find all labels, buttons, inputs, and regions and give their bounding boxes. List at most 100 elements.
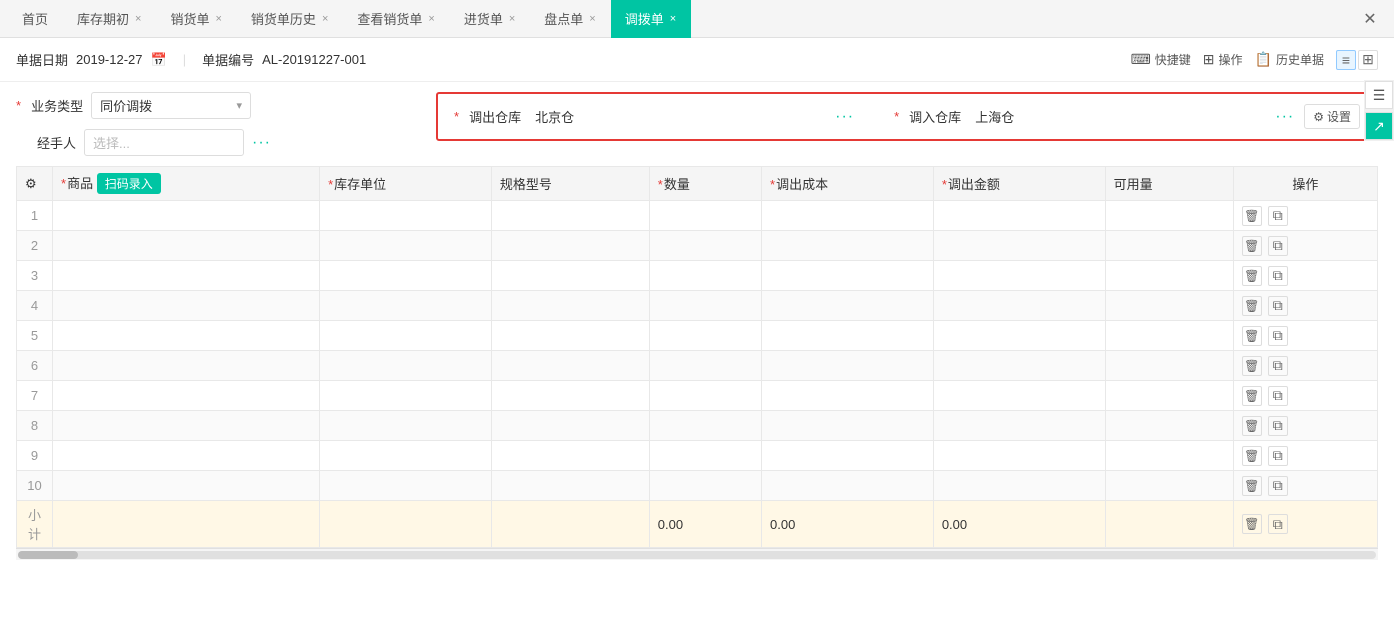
cell-product[interactable] [53,501,320,548]
export-icon: ↗ [1373,118,1385,135]
delete-row-button[interactable]: 🗑 [1242,476,1262,496]
view-grid-icon[interactable]: ⊞ [1358,50,1378,70]
cell-product[interactable] [53,411,320,441]
cell-action: 🗑⧉ [1233,291,1377,321]
scroll-thumb[interactable] [18,551,78,559]
operation-button[interactable]: ⊞ 操作 [1203,51,1243,68]
cell-product[interactable] [53,231,320,261]
tab-close-stock-take[interactable]: × [589,13,595,25]
cell-qty[interactable] [649,321,761,351]
form-left: * 业务类型 同价调拨 ▾ 经手人 选择... ··· [16,92,416,156]
handler-more-btn[interactable]: ··· [252,134,271,152]
col-spec: 规格型号 [491,167,649,201]
delete-row-button[interactable]: 🗑 [1242,416,1262,436]
tab-close-sales-order[interactable]: × [215,13,221,25]
delete-row-button[interactable]: 🗑 [1242,296,1262,316]
cell-unit [320,351,492,381]
row-number: 4 [17,291,53,321]
tab-inventory-init[interactable]: 库存期初 × [63,0,156,38]
cell-product[interactable] [53,321,320,351]
transfer-in-more-btn[interactable]: ··· [1275,108,1294,126]
cell-transfer-cost [762,231,934,261]
tab-home[interactable]: 首页 [8,0,63,38]
copy-row-button[interactable]: ⧉ [1268,296,1288,316]
cell-transfer-amount [933,321,1105,351]
tab-sales-history[interactable]: 销货单历史 × [237,0,343,38]
cell-spec [491,231,649,261]
cell-qty[interactable] [649,471,761,501]
sidebar-list-button[interactable]: ☰ [1365,81,1393,109]
cell-action: 🗑⧉ [1233,471,1377,501]
tab-close-view-sales[interactable]: × [428,13,434,25]
transfer-out-more-btn[interactable]: ··· [835,108,854,126]
delete-row-button[interactable]: 🗑 [1242,236,1262,256]
delete-row-button[interactable]: 🗑 [1242,266,1262,286]
delete-row-button[interactable]: 🗑 [1242,514,1262,534]
tab-stock-take[interactable]: 盘点单 × [530,0,610,38]
copy-row-button[interactable]: ⧉ [1268,326,1288,346]
history-button[interactable]: 📋 历史单据 [1255,51,1324,68]
delete-row-button[interactable]: 🗑 [1242,326,1262,346]
cell-product[interactable] [53,261,320,291]
cell-unit [320,201,492,231]
cell-qty[interactable] [649,231,761,261]
settings-button[interactable]: ⚙ 设置 [1304,104,1360,129]
cell-product[interactable] [53,291,320,321]
delete-row-button[interactable]: 🗑 [1242,386,1262,406]
cell-action: 🗑⧉ [1233,441,1377,471]
tab-close-purchase-order[interactable]: × [509,13,515,25]
calendar-icon[interactable]: 📅 [151,52,167,68]
tab-purchase-order[interactable]: 进货单 × [450,0,530,38]
shortcut-button[interactable]: ⌨ 快捷键 [1131,51,1191,68]
copy-row-button[interactable]: ⧉ [1268,476,1288,496]
cell-qty[interactable] [649,261,761,291]
cell-product[interactable] [53,201,320,231]
copy-row-button[interactable]: ⧉ [1268,266,1288,286]
copy-row-button[interactable]: ⧉ [1268,356,1288,376]
tab-view-sales[interactable]: 查看销货单 × [343,0,449,38]
cell-product[interactable] [53,441,320,471]
tab-close-transfer[interactable]: × [670,13,676,25]
action-icons: 🗑⧉ [1242,206,1369,226]
cell-qty[interactable]: 0.00 [649,501,761,548]
handler-select[interactable]: 选择... [84,129,244,156]
col-gear[interactable]: ⚙ [17,167,53,201]
window-close-button[interactable]: ✕ [1354,3,1386,35]
cell-product[interactable] [53,381,320,411]
cell-qty[interactable] [649,441,761,471]
table-header-row: ⚙ *商品 扫码录入 *库存单位 规格型号 *数量 *调出成本 *调出金额 [17,167,1378,201]
sidebar-export-button[interactable]: ↗ [1365,112,1393,140]
cell-available [1105,321,1233,351]
transfer-out-value: 北京仓 [535,107,574,126]
copy-row-button[interactable]: ⧉ [1268,446,1288,466]
cell-transfer-amount [933,261,1105,291]
delete-row-button[interactable]: 🗑 [1242,206,1262,226]
copy-row-button[interactable]: ⧉ [1268,386,1288,406]
tab-sales-order[interactable]: 销货单 × [156,0,236,38]
cell-qty[interactable] [649,411,761,441]
action-icons: 🗑⧉ [1242,266,1369,286]
tab-close-inventory-init[interactable]: × [135,13,141,25]
cell-product[interactable] [53,471,320,501]
cell-qty[interactable] [649,351,761,381]
delete-row-button[interactable]: 🗑 [1242,356,1262,376]
cell-qty[interactable] [649,291,761,321]
cell-spec [491,471,649,501]
copy-row-button[interactable]: ⧉ [1268,514,1288,534]
copy-row-button[interactable]: ⧉ [1268,236,1288,256]
delete-row-button[interactable]: 🗑 [1242,446,1262,466]
cell-product[interactable] [53,351,320,381]
business-type-select[interactable]: 同价调拨 ▾ [91,92,251,119]
copy-row-button[interactable]: ⧉ [1268,206,1288,226]
handler-label: 经手人 [37,133,76,152]
bottom-scroll[interactable] [16,548,1378,560]
cell-qty[interactable] [649,201,761,231]
cell-transfer-cost [762,381,934,411]
transfer-in-value: 上海仓 [975,107,1014,126]
view-list-icon[interactable]: ≡ [1336,50,1356,70]
copy-row-button[interactable]: ⧉ [1268,416,1288,436]
scan-entry-button[interactable]: 扫码录入 [97,173,161,194]
tab-transfer[interactable]: 调拨单 × [611,0,691,38]
cell-qty[interactable] [649,381,761,411]
tab-close-sales-history[interactable]: × [322,13,328,25]
